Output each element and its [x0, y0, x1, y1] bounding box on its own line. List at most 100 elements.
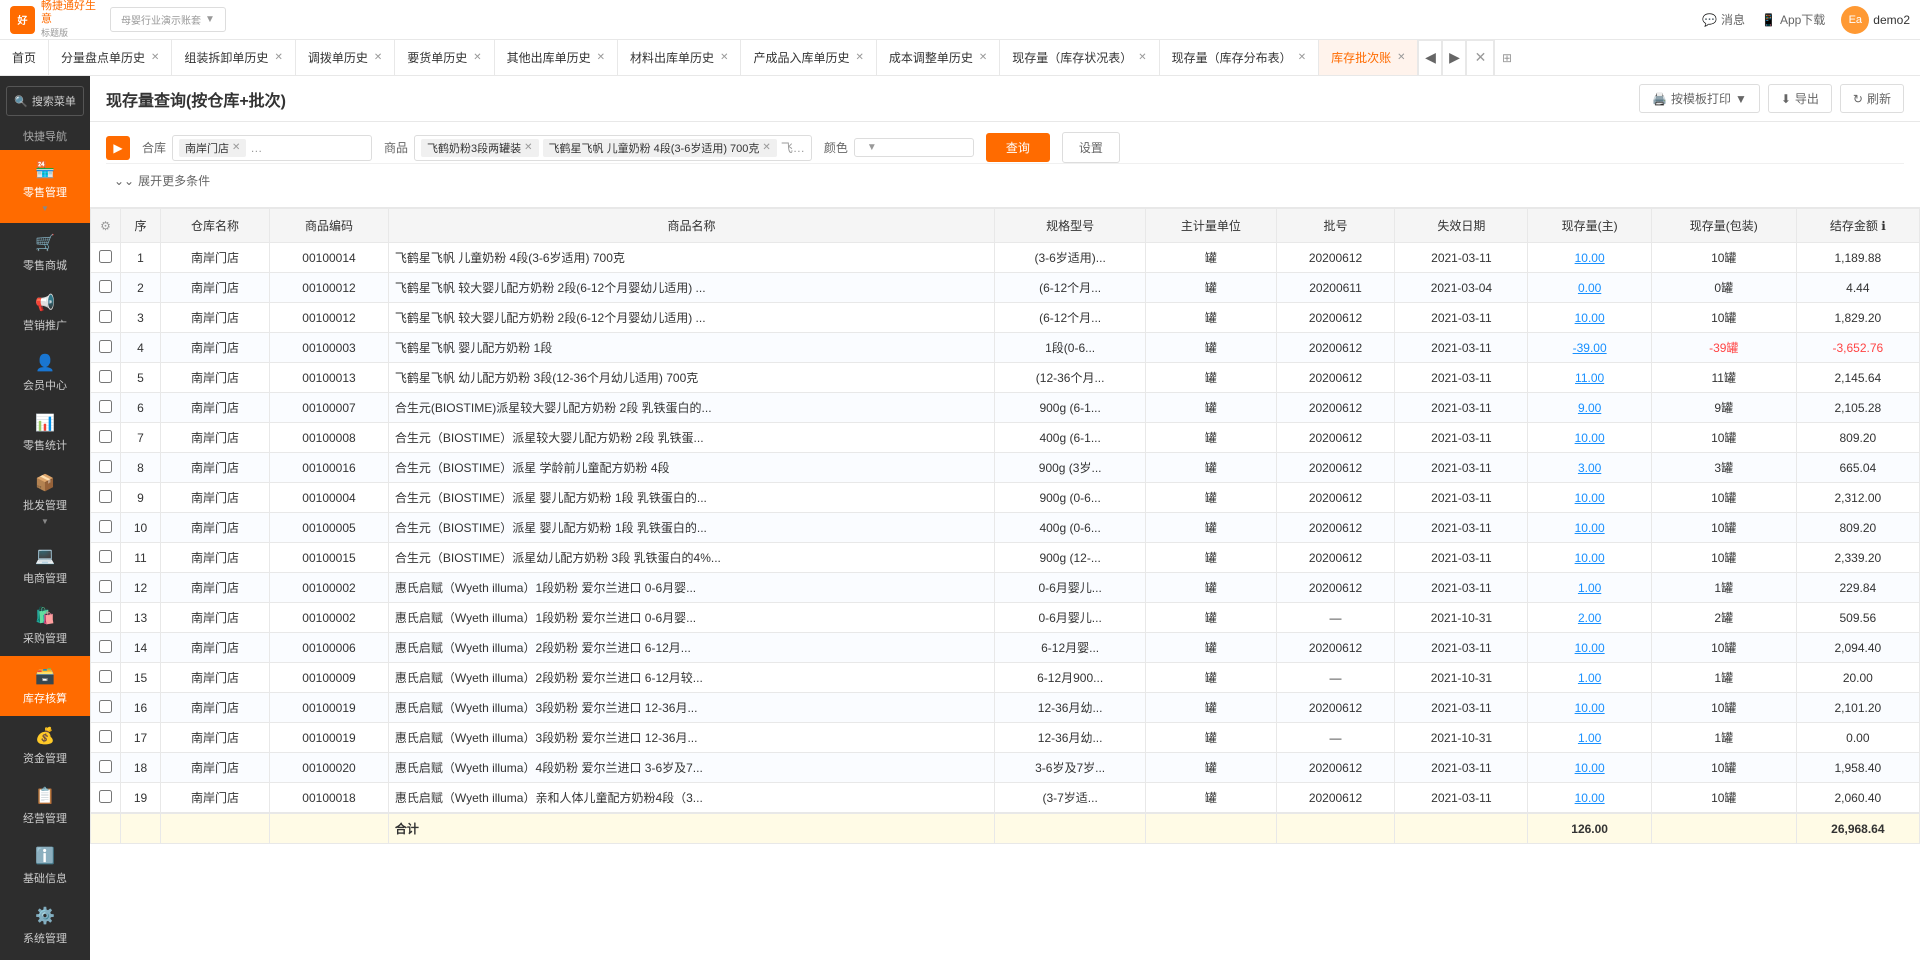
tab-fen-pan-close[interactable]: ✕: [151, 52, 159, 63]
row-checkbox[interactable]: [91, 753, 121, 783]
warehouse-tag-group[interactable]: 南岸门店 ✕ …: [172, 135, 372, 161]
sidebar-item-retail[interactable]: 🏪 零售管理 ▼: [0, 150, 90, 223]
sidebar-item-wholesale[interactable]: 📦 批发管理 ▼: [0, 463, 90, 536]
row-stock-main[interactable]: 1.00: [1528, 723, 1651, 753]
row-check-input[interactable]: [99, 520, 112, 533]
row-check-input[interactable]: [99, 370, 112, 383]
tab-home[interactable]: 首页: [0, 40, 49, 76]
row-stock-main[interactable]: 11.00: [1528, 363, 1651, 393]
tab-diao-bo[interactable]: 调拨单历史 ✕: [296, 40, 395, 76]
nav-close-all[interactable]: ✕: [1466, 40, 1494, 76]
row-check-input[interactable]: [99, 760, 112, 773]
row-check-input[interactable]: [99, 730, 112, 743]
row-stock-main[interactable]: 10.00: [1528, 423, 1651, 453]
row-stock-main[interactable]: 9.00: [1528, 393, 1651, 423]
row-check-input[interactable]: [99, 250, 112, 263]
row-stock-main[interactable]: 10.00: [1528, 303, 1651, 333]
row-checkbox[interactable]: [91, 663, 121, 693]
tab-xian-cun-fen[interactable]: 现存量（库存分布表） ✕: [1160, 40, 1319, 76]
sidebar-item-system[interactable]: ⚙️ 系统管理: [0, 896, 90, 956]
sidebar-item-basic[interactable]: ℹ️ 基础信息: [0, 836, 90, 896]
row-stock-main[interactable]: 10.00: [1528, 483, 1651, 513]
warehouse-more[interactable]: …: [250, 141, 262, 155]
sidebar-item-operation[interactable]: 📋 经营管理: [0, 776, 90, 836]
message-btn[interactable]: 💬 消息: [1702, 11, 1745, 28]
row-checkbox[interactable]: [91, 543, 121, 573]
nav-expand-tabs[interactable]: ⊞: [1494, 40, 1518, 76]
row-checkbox[interactable]: [91, 633, 121, 663]
tab-pu-ci-close[interactable]: ✕: [1397, 52, 1405, 63]
row-check-input[interactable]: [99, 460, 112, 473]
sidebar-item-retail-shop[interactable]: 🛒 零售商城: [0, 223, 90, 283]
row-stock-main[interactable]: 10.00: [1528, 243, 1651, 273]
row-stock-main[interactable]: 0.00: [1528, 273, 1651, 303]
tab-diao-bo-close[interactable]: ✕: [374, 52, 382, 63]
settings-btn[interactable]: 设置: [1062, 132, 1120, 163]
row-checkbox[interactable]: [91, 693, 121, 723]
sidebar-item-enterprise[interactable]: 🤝 企业协同: [0, 956, 90, 960]
expand-more-btn[interactable]: ⌄⌄ 展开更多条件: [106, 168, 1904, 193]
tab-pu-ci[interactable]: 库存批次账 ✕: [1319, 40, 1418, 76]
tab-chan-cheng[interactable]: 产成品入库单历史 ✕: [741, 40, 876, 76]
row-check-input[interactable]: [99, 670, 112, 683]
tab-cheng-ben-close[interactable]: ✕: [979, 52, 987, 63]
row-check-input[interactable]: [99, 340, 112, 353]
row-checkbox[interactable]: [91, 513, 121, 543]
tab-fen-pan[interactable]: 分量盘点单历史 ✕: [49, 40, 172, 76]
row-stock-main[interactable]: 1.00: [1528, 663, 1651, 693]
tab-qi-ta[interactable]: 其他出库单历史 ✕: [495, 40, 618, 76]
query-btn[interactable]: 查询: [986, 133, 1050, 162]
product-tag-2-remove[interactable]: ✕: [762, 142, 770, 153]
row-stock-main[interactable]: 10.00: [1528, 753, 1651, 783]
filter-expand-toggle[interactable]: ▶: [106, 136, 130, 160]
row-check-input[interactable]: [99, 700, 112, 713]
row-check-input[interactable]: [99, 790, 112, 803]
row-checkbox[interactable]: [91, 303, 121, 333]
row-stock-main[interactable]: 10.00: [1528, 693, 1651, 723]
row-checkbox[interactable]: [91, 243, 121, 273]
row-checkbox[interactable]: [91, 333, 121, 363]
refresh-btn[interactable]: ↻ 刷新: [1840, 84, 1904, 113]
sidebar-shortcut[interactable]: 快捷导航: [0, 122, 90, 150]
row-stock-main[interactable]: 10.00: [1528, 783, 1651, 814]
row-checkbox[interactable]: [91, 273, 121, 303]
tab-xian-cun-kucun[interactable]: 现存量（库存状况表） ✕: [1000, 40, 1159, 76]
row-checkbox[interactable]: [91, 453, 121, 483]
row-check-input[interactable]: [99, 580, 112, 593]
tab-cai-liao[interactable]: 材料出库单历史 ✕: [618, 40, 741, 76]
export-btn[interactable]: ⬇ 导出: [1768, 84, 1832, 113]
product-tag-group[interactable]: 飞鹤奶粉3段两罐装 ✕ 飞鹤星飞帆 儿童奶粉 4段(3-6岁适用) 700克 ✕…: [414, 135, 812, 161]
print-btn[interactable]: 🖨️ 按模板打印 ▼: [1639, 84, 1760, 113]
col-settings[interactable]: ⚙: [91, 209, 121, 243]
user-area[interactable]: Ea demo2: [1841, 6, 1910, 34]
row-check-input[interactable]: [99, 280, 112, 293]
sidebar-item-stock[interactable]: 🗃️ 库存核算: [0, 656, 90, 716]
row-checkbox[interactable]: [91, 423, 121, 453]
row-stock-main[interactable]: 10.00: [1528, 513, 1651, 543]
row-stock-main[interactable]: -39.00: [1528, 333, 1651, 363]
tab-zu-chai-close[interactable]: ✕: [274, 52, 282, 63]
row-stock-main[interactable]: 10.00: [1528, 633, 1651, 663]
tab-zu-chai[interactable]: 组装拆卸单历史 ✕: [172, 40, 295, 76]
tab-chan-cheng-close[interactable]: ✕: [855, 52, 863, 63]
tab-cheng-ben[interactable]: 成本调整单历史 ✕: [877, 40, 1000, 76]
row-check-input[interactable]: [99, 640, 112, 653]
warehouse-tag-remove[interactable]: ✕: [232, 142, 240, 153]
row-check-input[interactable]: [99, 490, 112, 503]
row-checkbox[interactable]: [91, 573, 121, 603]
row-check-input[interactable]: [99, 430, 112, 443]
row-check-input[interactable]: [99, 550, 112, 563]
product-tag-1-remove[interactable]: ✕: [524, 142, 532, 153]
row-checkbox[interactable]: [91, 723, 121, 753]
search-menu-btn[interactable]: 🔍 搜索菜单: [6, 86, 84, 116]
sidebar-item-finance[interactable]: 💰 资金管理: [0, 716, 90, 776]
product-more[interactable]: 飞…: [781, 139, 805, 156]
row-stock-main[interactable]: 3.00: [1528, 453, 1651, 483]
row-checkbox[interactable]: [91, 483, 121, 513]
row-stock-main[interactable]: 10.00: [1528, 543, 1651, 573]
row-stock-main[interactable]: 1.00: [1528, 573, 1651, 603]
tab-yao-huo[interactable]: 要货单历史 ✕: [395, 40, 494, 76]
nav-next-arrow[interactable]: ▶: [1442, 40, 1466, 76]
tab-cai-liao-close[interactable]: ✕: [720, 52, 728, 63]
row-checkbox[interactable]: [91, 783, 121, 814]
